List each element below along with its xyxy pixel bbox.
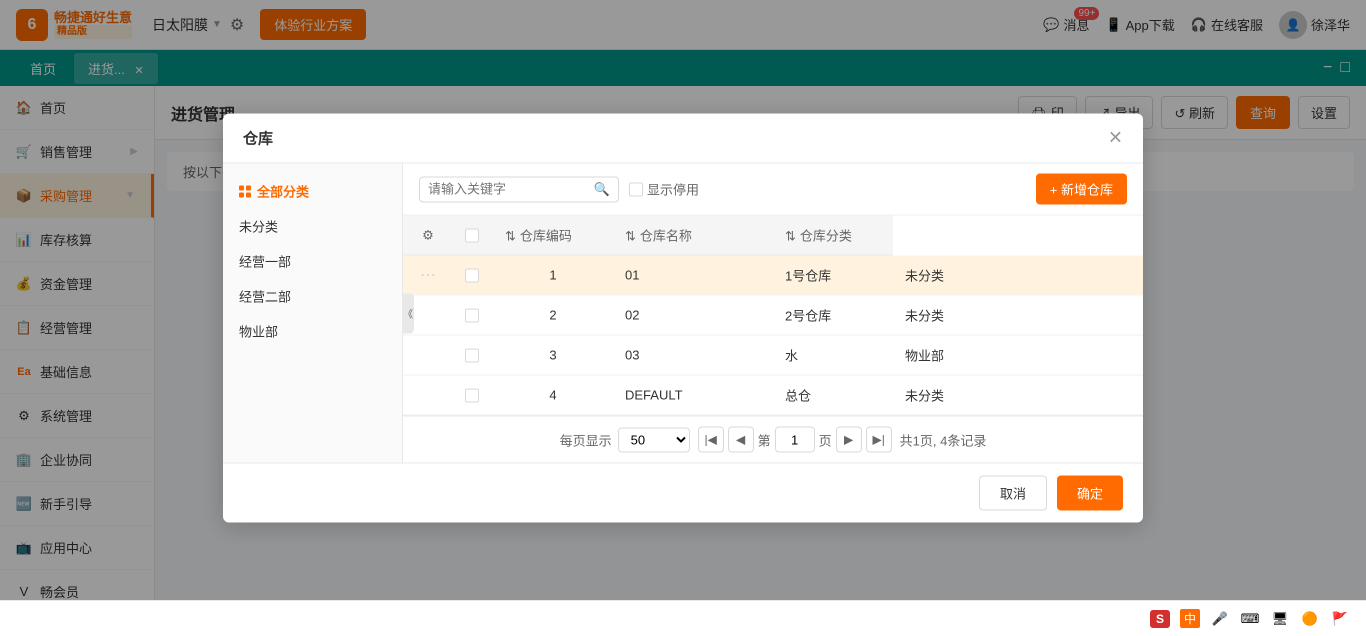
category-label-unclassified: 未分类 [239, 220, 278, 235]
category-label-dept2: 经营二部 [239, 290, 291, 305]
right-panel: 🔍 显示停用 + 新增仓库 ⚙ [403, 164, 1143, 463]
flag-icon[interactable]: 🚩 [1330, 609, 1350, 629]
row-2-code: 02 [613, 295, 773, 335]
warehouse-modal: 仓库 ✕ 《 全部分类 未分类 经营一部 经营二部 [223, 114, 1143, 523]
search-box: 🔍 [419, 176, 619, 202]
row-4-code: DEFAULT [613, 375, 773, 415]
row-3-checkbox[interactable] [453, 335, 493, 375]
row-1-checkbox[interactable] [453, 255, 493, 295]
sort-icon-3: ⇅ [785, 229, 796, 244]
page-navigation: |◀ ◀ 第 页 ▶ ▶| [698, 427, 892, 453]
keyboard-icon[interactable]: ⌨ [1240, 609, 1260, 629]
row-4-checkbox[interactable] [453, 375, 493, 415]
row-4-check[interactable] [465, 388, 479, 402]
select-all-checkbox[interactable] [465, 228, 479, 242]
row-4-name: 总仓 [773, 375, 893, 415]
s-logo: S [1150, 610, 1170, 628]
col-name-header: ⇅仓库名称 [613, 216, 773, 256]
microphone-icon[interactable]: 🎤 [1210, 609, 1230, 629]
grid-icon [239, 185, 251, 197]
col-category-header: ⇅仓库分类 [773, 216, 893, 256]
per-page-selector: 每页显示 50 20 100 [560, 427, 690, 452]
per-page-label: 每页显示 [560, 430, 612, 449]
collapse-panel-button[interactable]: 《 [402, 293, 414, 333]
row-4-gear [403, 375, 453, 415]
next-page-button[interactable]: ▶ [836, 427, 862, 453]
category-label-dept1: 经营一部 [239, 255, 291, 270]
add-warehouse-button[interactable]: + 新增仓库 [1036, 174, 1127, 205]
row-4-no: 4 [493, 375, 613, 415]
row-3-category: 物业部 [893, 335, 1143, 375]
table-row[interactable]: 4 DEFAULT 总仓 未分类 [403, 375, 1143, 415]
row-1-gear: ··· [403, 255, 453, 295]
row-3-check[interactable] [465, 348, 479, 362]
table-row[interactable]: ··· 1 01 1号仓库 未分类 [403, 255, 1143, 295]
row-3-gear [403, 335, 453, 375]
category-item-property[interactable]: 物业部 [223, 314, 402, 349]
sort-icon-2: ⇅ [625, 229, 636, 244]
row-2-no: 2 [493, 295, 613, 335]
row-1-code: 01 [613, 255, 773, 295]
category-all-item[interactable]: 全部分类 [223, 174, 402, 209]
modal-close-icon[interactable]: ✕ [1108, 128, 1123, 149]
search-input[interactable] [428, 182, 588, 197]
row-3-code: 03 [613, 335, 773, 375]
category-label-property: 物业部 [239, 325, 278, 340]
modal-title: 仓库 [243, 128, 273, 149]
modal-body: 《 全部分类 未分类 经营一部 经营二部 物业部 [223, 164, 1143, 463]
confirm-button[interactable]: 确定 [1057, 476, 1123, 511]
page-number-input[interactable] [775, 427, 815, 453]
last-page-button[interactable]: ▶| [866, 427, 892, 453]
table-row[interactable]: 3 03 水 物业部 [403, 335, 1143, 375]
modal-header: 仓库 ✕ [223, 114, 1143, 164]
table-row[interactable]: 2 02 2号仓库 未分类 [403, 295, 1143, 335]
bottom-bar: S 中 🎤 ⌨ 🖥 🟠 🚩 [0, 600, 1366, 636]
page-label-2: 页 [819, 430, 832, 449]
row-2-category: 未分类 [893, 295, 1143, 335]
category-panel: 《 全部分类 未分类 经营一部 经营二部 物业部 [223, 164, 403, 463]
row-4-category: 未分类 [893, 375, 1143, 415]
monitor-icon[interactable]: 🖥 [1270, 609, 1290, 629]
row-1-no: 1 [493, 255, 613, 295]
warehouse-table: ⚙ ⇅仓库编码 ⇅仓库名称 ⇅ [403, 216, 1143, 416]
all-category-label: 全部分类 [257, 182, 309, 201]
page-info: 共1页, 4条记录 [900, 430, 987, 449]
first-page-button[interactable]: |◀ [698, 427, 724, 453]
row-3-no: 3 [493, 335, 613, 375]
right-toolbar: 🔍 显示停用 + 新增仓库 [403, 164, 1143, 216]
category-item-dept1[interactable]: 经营一部 [223, 244, 402, 279]
orange-icon[interactable]: 🟠 [1300, 609, 1320, 629]
show-disabled-toggle[interactable]: 显示停用 [629, 180, 699, 199]
search-icon[interactable]: 🔍 [594, 181, 610, 197]
row-3-name: 水 [773, 335, 893, 375]
row-1-more-button[interactable]: ··· [420, 266, 436, 283]
per-page-select[interactable]: 50 20 100 [618, 427, 690, 452]
prev-page-button[interactable]: ◀ [728, 427, 754, 453]
row-2-checkbox[interactable] [453, 295, 493, 335]
table-settings-icon[interactable]: ⚙ [422, 227, 434, 242]
col-checkbox-header [453, 216, 493, 256]
show-disabled-label: 显示停用 [647, 180, 699, 199]
row-1-check[interactable] [465, 268, 479, 282]
pagination-bar: 每页显示 50 20 100 |◀ ◀ 第 页 ▶ ▶| 共1页, 4条 [403, 416, 1143, 463]
disabled-checkbox[interactable] [629, 182, 643, 196]
row-2-check[interactable] [465, 308, 479, 322]
row-2-name: 2号仓库 [773, 295, 893, 335]
row-1-name: 1号仓库 [773, 255, 893, 295]
cancel-button[interactable]: 取消 [979, 476, 1047, 511]
col-code-header: ⇅仓库编码 [493, 216, 613, 256]
page-label: 第 [758, 430, 771, 449]
category-item-unclassified[interactable]: 未分类 [223, 209, 402, 244]
sort-icon: ⇅ [505, 229, 516, 244]
category-item-dept2[interactable]: 经营二部 [223, 279, 402, 314]
col-settings: ⚙ [403, 216, 453, 256]
zh-input-badge: 中 [1180, 609, 1200, 628]
row-1-category: 未分类 [893, 255, 1143, 295]
modal-footer: 取消 确定 [223, 463, 1143, 523]
